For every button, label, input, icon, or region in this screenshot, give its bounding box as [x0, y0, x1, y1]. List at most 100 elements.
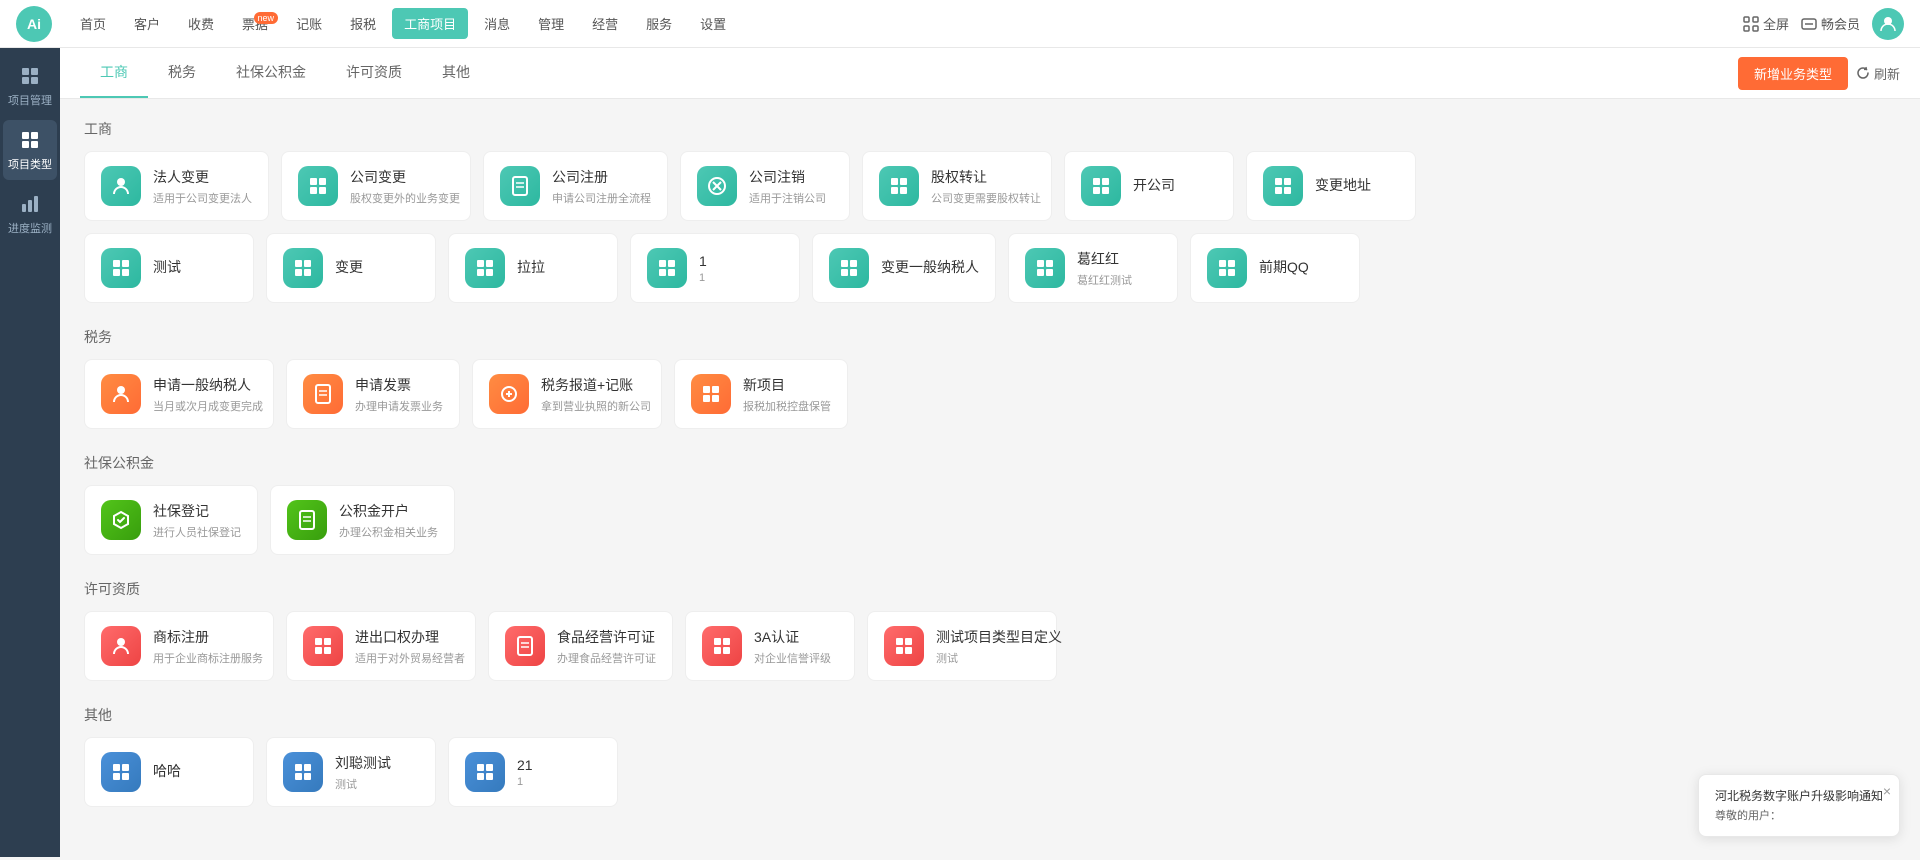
- card-title-haha: 哈哈: [153, 761, 181, 781]
- card-info-shuiwu-bd: 税务报道+记账 拿到营业执照的新公司: [541, 375, 651, 414]
- section-shebao: 社保公积金 社保登记 进行人员社保登记 公积金开户: [84, 453, 1896, 555]
- tab-shuiwu[interactable]: 税务: [148, 48, 216, 98]
- card-title-gongsi-zc: 公司注册: [552, 167, 651, 187]
- card-icon-liucong: [283, 752, 323, 792]
- user-avatar[interactable]: [1872, 8, 1904, 40]
- nav-service[interactable]: 服务: [634, 8, 684, 39]
- cards-grid-gongshang-2: 测试 变更: [84, 233, 1896, 303]
- tab-xuke[interactable]: 许可资质: [326, 48, 422, 98]
- card-desc-fazren: 适用于公司变更法人: [153, 190, 252, 206]
- section-qita: 其他 哈哈 刘聪测试 测: [84, 705, 1896, 807]
- nav-bookkeeping[interactable]: 记账: [284, 8, 334, 39]
- card-xin-xiangmu[interactable]: 新项目 报税加税控盘保管: [674, 359, 848, 429]
- card-haha[interactable]: 哈哈: [84, 737, 254, 807]
- card-info-fazren: 法人变更 适用于公司变更法人: [153, 167, 252, 206]
- card-desc-ceshi-lx: 测试: [936, 650, 1056, 666]
- sidebar-item-project-type[interactable]: 项目类型: [3, 120, 57, 180]
- card-shipin-xuke[interactable]: 食品经营许可证 办理食品经营许可证: [488, 611, 673, 681]
- card-icon-21: [465, 752, 505, 792]
- card-shenqing-fapiao[interactable]: 申请发票 办理申请发票业务: [286, 359, 460, 429]
- card-ceshi[interactable]: 测试: [84, 233, 254, 303]
- card-liucong-ceshi[interactable]: 刘聪测试 测试: [266, 737, 436, 807]
- card-info-biangeng-ns: 变更一般纳税人: [881, 257, 979, 280]
- card-qianqi-qq[interactable]: 前期QQ: [1190, 233, 1360, 303]
- card-desc-21: 1: [517, 776, 533, 788]
- sidebar: 项目管理 项目类型 进度监测: [0, 48, 60, 857]
- nav-settings[interactable]: 设置: [688, 8, 738, 39]
- card-desc-one: 1: [699, 272, 707, 284]
- card-info-sp-xk: 食品经营许可证 办理食品经营许可证: [557, 627, 656, 666]
- card-title-fazren: 法人变更: [153, 167, 252, 187]
- sidebar-item-progress[interactable]: 进度监测: [3, 184, 57, 244]
- notification-text: 尊敬的用户：: [1715, 808, 1883, 825]
- tabs: 工商 税务 社保公积金 许可资质 其他: [80, 48, 490, 98]
- app-logo[interactable]: Ai: [16, 6, 52, 42]
- card-icon-gongsi-zc: [500, 166, 540, 206]
- card-shebao-dengji[interactable]: 社保登记 进行人员社保登记: [84, 485, 258, 555]
- card-3a-renzheng[interactable]: 3A认证 对企业信誉评级: [685, 611, 855, 681]
- card-gongsi-biangeng[interactable]: 公司变更 股权变更外的业务变更: [281, 151, 471, 221]
- card-gehonghong[interactable]: 葛红红 葛红红测试: [1008, 233, 1178, 303]
- card-icon-shebao-dj: [101, 500, 141, 540]
- tab-actions: 新增业务类型 刷新: [1738, 57, 1900, 90]
- sidebar-item-project-manage[interactable]: 项目管理: [3, 56, 57, 116]
- nav-message[interactable]: 消息: [472, 8, 522, 39]
- card-info-gjj-kh: 公积金开户 办理公积金相关业务: [339, 501, 438, 540]
- nav-fee[interactable]: 收费: [176, 8, 226, 39]
- nav-home[interactable]: 首页: [68, 8, 118, 39]
- fullscreen-label: 全屏: [1763, 14, 1789, 33]
- card-desc-gjj-kh: 办理公积金相关业务: [339, 524, 438, 540]
- card-gongsi-zhuxiao[interactable]: 公司注销 适用于注销公司: [680, 151, 850, 221]
- cards-grid-xuke: 商标注册 用于企业商标注册服务 进出口权办理 适用于对外贸易经营者: [84, 611, 1896, 681]
- card-guzhuanrang[interactable]: 股权转让 公司变更需要股权转让: [862, 151, 1052, 221]
- tab-shebao[interactable]: 社保公积金: [216, 48, 326, 98]
- refresh-icon: [1856, 66, 1870, 80]
- nav-tax[interactable]: 报税: [338, 8, 388, 39]
- nav-customer[interactable]: 客户: [122, 8, 172, 39]
- member-label: 畅会员: [1821, 14, 1860, 33]
- card-shenqing-납세인[interactable]: 申请一般纳税人 当月或次月成变更完成: [84, 359, 274, 429]
- card-kai-gongsi[interactable]: 开公司: [1064, 151, 1234, 221]
- card-title-ceshi: 测试: [153, 257, 181, 277]
- nav-operate[interactable]: 经营: [580, 8, 630, 39]
- card-icon-guzhuanrang: [879, 166, 919, 206]
- refresh-button[interactable]: 刷新: [1856, 64, 1900, 83]
- card-fazren-biangeng[interactable]: 法人变更 适用于公司变更法人: [84, 151, 269, 221]
- card-biangeng-dizhi[interactable]: 变更地址: [1246, 151, 1416, 221]
- card-icon-kai-gongsi: [1081, 166, 1121, 206]
- card-title-kai-gongsi: 开公司: [1133, 175, 1175, 195]
- card-biangeng[interactable]: 变更: [266, 233, 436, 303]
- member-btn[interactable]: 畅会员: [1801, 14, 1860, 33]
- tab-qita[interactable]: 其他: [422, 48, 490, 98]
- card-lala[interactable]: 拉拉: [448, 233, 618, 303]
- card-gongjijin-kaihu[interactable]: 公积金开户 办理公积金相关业务: [270, 485, 455, 555]
- nav-business[interactable]: 工商项目: [392, 8, 468, 39]
- section-shuiwu: 税务 申请一般纳税人 当月或次月成变更完成 申请发: [84, 327, 1896, 429]
- card-title-shenqing-fp: 申请发票: [355, 375, 443, 395]
- sidebar-label-project-type: 项目类型: [8, 156, 52, 172]
- card-one[interactable]: 1 1: [630, 233, 800, 303]
- card-desc-gongsi-zc: 申请公司注册全流程: [552, 190, 651, 206]
- card-biangeng-납세인[interactable]: 变更一般纳税人: [812, 233, 996, 303]
- nav-manage[interactable]: 管理: [526, 8, 576, 39]
- tab-gongshang[interactable]: 工商: [80, 48, 148, 98]
- card-info-shenqing-fp: 申请发票 办理申请发票业务: [355, 375, 443, 414]
- card-info-21: 21 1: [517, 757, 533, 788]
- card-title-guzhuanrang: 股权转让: [931, 167, 1041, 187]
- card-gongsi-zhuce[interactable]: 公司注册 申请公司注册全流程: [483, 151, 668, 221]
- grid-icon: [18, 64, 42, 88]
- card-icon-xin-xm: [691, 374, 731, 414]
- card-shuiwu-baodao[interactable]: 税务报道+记账 拿到营业执照的新公司: [472, 359, 662, 429]
- card-icon-one: [647, 248, 687, 288]
- card-title-3a: 3A认证: [754, 627, 831, 647]
- card-shangbiao-zhuce[interactable]: 商标注册 用于企业商标注册服务: [84, 611, 274, 681]
- nav-bills[interactable]: 票据 new: [230, 8, 280, 39]
- nav-items: 首页 客户 收费 票据 new 记账 报税 工商项目 消息 管理 经营 服务 设…: [68, 8, 1743, 39]
- tab-bar: 工商 税务 社保公积金 许可资质 其他 新增业务类型 刷新: [60, 48, 1920, 99]
- fullscreen-btn[interactable]: 全屏: [1743, 14, 1789, 33]
- card-21[interactable]: 21 1: [448, 737, 618, 807]
- notification-close-btn[interactable]: ×: [1883, 783, 1891, 799]
- card-jinchukouquan[interactable]: 进出口权办理 适用于对外贸易经营者: [286, 611, 476, 681]
- new-type-button[interactable]: 新增业务类型: [1738, 57, 1848, 90]
- card-ceshi-leixing[interactable]: 测试项目类型目定义 测试: [867, 611, 1057, 681]
